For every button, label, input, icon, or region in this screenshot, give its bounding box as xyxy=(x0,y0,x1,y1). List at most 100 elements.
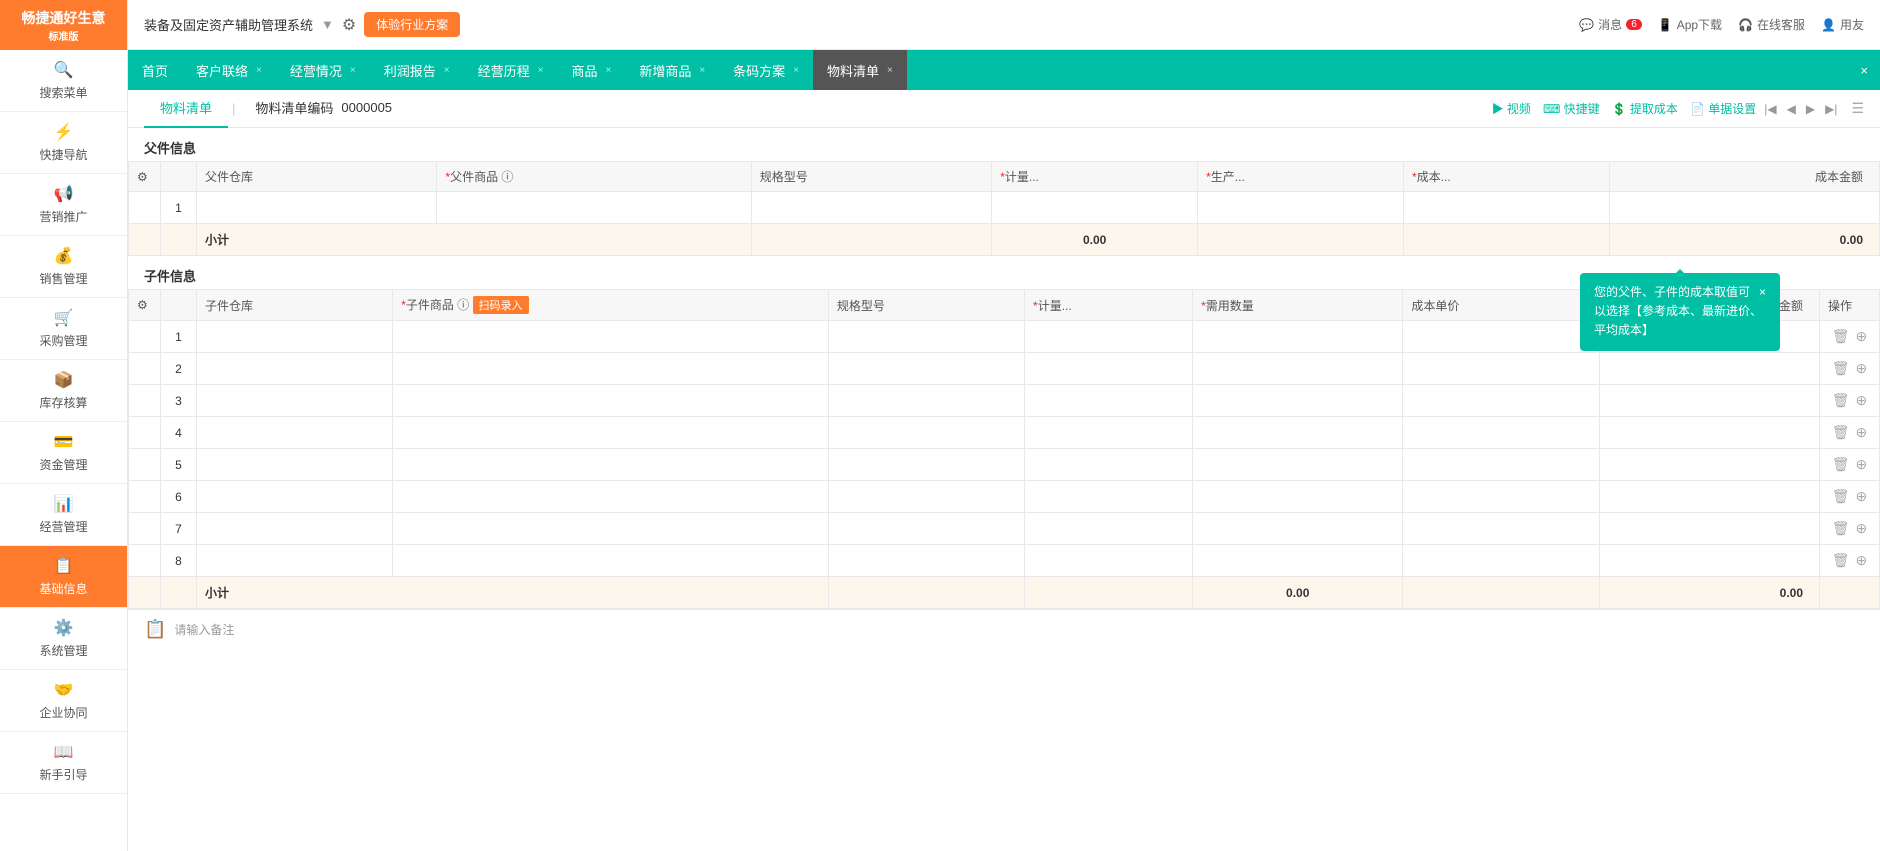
child-row-unit-cost-7[interactable] xyxy=(1403,513,1599,545)
user-button[interactable]: 👤 用友 xyxy=(1821,16,1864,33)
app-download-button[interactable]: 📱 App下载 xyxy=(1658,16,1722,33)
tab-barcode-close[interactable]: × xyxy=(793,65,799,76)
child-row-unit-cost-6[interactable] xyxy=(1403,481,1599,513)
delete-icon-8[interactable]: 🗑 xyxy=(1832,552,1850,569)
sub-tab-bom[interactable]: 物料清单 xyxy=(144,90,228,128)
child-row-qty-6[interactable] xyxy=(1193,481,1403,513)
child-row-product-2[interactable] xyxy=(393,353,829,385)
tab-home[interactable]: 首页 xyxy=(128,50,182,90)
child-row-spec-3[interactable] xyxy=(828,385,1024,417)
sidebar-item-system[interactable]: ⚙️ 系统管理 xyxy=(0,608,127,670)
sidebar-item-purchase[interactable]: 🛒 采购管理 xyxy=(0,298,127,360)
bottom-doc-icon[interactable]: 📋 xyxy=(144,619,166,640)
child-row-qty-2[interactable] xyxy=(1193,353,1403,385)
parent-col-settings[interactable]: ⚙ xyxy=(129,162,161,192)
tab-new-product[interactable]: 新增商品 × xyxy=(625,50,719,90)
child-row-qty-1[interactable] xyxy=(1193,321,1403,353)
parent-row-cost[interactable] xyxy=(1404,192,1610,224)
child-row-unit-8[interactable] xyxy=(1025,545,1193,577)
copy-icon-8[interactable]: ⊕ xyxy=(1856,552,1868,569)
tab-profit[interactable]: 利润报告 × xyxy=(370,50,464,90)
sub-tab-bom-code[interactable]: 物料清单编码 0000005 xyxy=(239,90,408,128)
child-row-product-6[interactable] xyxy=(393,481,829,513)
sidebar-item-management[interactable]: 📊 经营管理 xyxy=(0,484,127,546)
child-row-product-8[interactable] xyxy=(393,545,829,577)
tab-customer[interactable]: 客户联络 × xyxy=(182,50,276,90)
child-row-spec-5[interactable] xyxy=(828,449,1024,481)
child-row-qty-3[interactable] xyxy=(1193,385,1403,417)
child-row-unit-2[interactable] xyxy=(1025,353,1193,385)
child-row-unit-cost-1[interactable] xyxy=(1403,321,1599,353)
child-col-settings[interactable]: ⚙ xyxy=(129,290,161,321)
parent-row-unit[interactable] xyxy=(992,192,1198,224)
child-row-warehouse-8[interactable] xyxy=(197,545,393,577)
sidebar-item-finance[interactable]: 💳 资金管理 xyxy=(0,422,127,484)
parent-row-warehouse[interactable] xyxy=(197,192,437,224)
child-row-spec-8[interactable] xyxy=(828,545,1024,577)
tab-history-close[interactable]: × xyxy=(538,65,544,76)
online-service-button[interactable]: 🎧 在线客服 xyxy=(1738,16,1805,33)
child-row-spec-2[interactable] xyxy=(828,353,1024,385)
child-row-qty-4[interactable] xyxy=(1193,417,1403,449)
child-row-qty-8[interactable] xyxy=(1193,545,1403,577)
nav-close-button[interactable]: × xyxy=(1848,63,1880,78)
child-row-product-4[interactable] xyxy=(393,417,829,449)
child-row-warehouse-4[interactable] xyxy=(197,417,393,449)
shortcut-button[interactable]: ⌨ 快捷键 xyxy=(1543,100,1600,117)
child-row-product-1[interactable] xyxy=(393,321,829,353)
sidebar-item-enterprise[interactable]: 🤝 企业协同 xyxy=(0,670,127,732)
parent-row-spec[interactable] xyxy=(751,192,991,224)
delete-icon-1[interactable]: 🗑 xyxy=(1832,328,1850,345)
parent-row-production[interactable] xyxy=(1198,192,1404,224)
sidebar-item-search[interactable]: 🔍 搜索菜单 xyxy=(0,50,127,112)
child-row-warehouse-7[interactable] xyxy=(197,513,393,545)
nav-prev-button[interactable]: ◀ xyxy=(1783,100,1800,118)
child-row-unit-cost-8[interactable] xyxy=(1403,545,1599,577)
delete-icon-6[interactable]: 🗑 xyxy=(1832,488,1850,505)
copy-icon-7[interactable]: ⊕ xyxy=(1856,520,1868,537)
sidebar-item-inventory[interactable]: 📦 库存核算 xyxy=(0,360,127,422)
settings-icon[interactable]: ⚙ xyxy=(342,15,356,35)
copy-icon-2[interactable]: ⊕ xyxy=(1856,360,1868,377)
child-row-unit-cost-5[interactable] xyxy=(1403,449,1599,481)
tab-new-product-close[interactable]: × xyxy=(699,65,705,76)
delete-icon-2[interactable]: 🗑 xyxy=(1832,360,1850,377)
tab-bom[interactable]: 物料清单 × xyxy=(813,50,907,90)
view-button[interactable]: ▶ 视频 xyxy=(1492,100,1531,117)
delete-icon-4[interactable]: 🗑 xyxy=(1832,424,1850,441)
sidebar-item-sales[interactable]: 💰 销售管理 xyxy=(0,236,127,298)
child-row-unit-4[interactable] xyxy=(1025,417,1193,449)
child-row-unit-5[interactable] xyxy=(1025,449,1193,481)
sidebar-item-quicknav[interactable]: ⚡ 快捷导航 xyxy=(0,112,127,174)
copy-icon-4[interactable]: ⊕ xyxy=(1856,424,1868,441)
child-row-qty-5[interactable] xyxy=(1193,449,1403,481)
child-row-warehouse-3[interactable] xyxy=(197,385,393,417)
child-row-spec-6[interactable] xyxy=(828,481,1024,513)
tab-product-close[interactable]: × xyxy=(605,65,611,76)
delete-icon-5[interactable]: 🗑 xyxy=(1832,456,1850,473)
child-row-unit-7[interactable] xyxy=(1025,513,1193,545)
delete-icon-7[interactable]: 🗑 xyxy=(1832,520,1850,537)
menu-icon[interactable]: ☰ xyxy=(1851,100,1864,117)
single-settings-button[interactable]: 📄 单据设置 xyxy=(1690,100,1756,117)
sidebar-item-guide[interactable]: 📖 新手引导 xyxy=(0,732,127,794)
sidebar-item-marketing[interactable]: 📢 营销推广 xyxy=(0,174,127,236)
child-row-spec-4[interactable] xyxy=(828,417,1024,449)
copy-icon-5[interactable]: ⊕ xyxy=(1856,456,1868,473)
tab-customer-close[interactable]: × xyxy=(256,65,262,76)
message-button[interactable]: 💬 消息 6 xyxy=(1579,16,1642,33)
scan-button[interactable]: 扫码录入 xyxy=(473,296,529,314)
parent-row-product[interactable] xyxy=(437,192,751,224)
child-row-warehouse-6[interactable] xyxy=(197,481,393,513)
tab-profit-close[interactable]: × xyxy=(444,65,450,76)
sidebar-item-basic-info[interactable]: 📋 基础信息 xyxy=(0,546,127,608)
child-row-product-7[interactable] xyxy=(393,513,829,545)
tooltip-close-button[interactable]: × xyxy=(1759,283,1766,302)
child-row-warehouse-2[interactable] xyxy=(197,353,393,385)
tab-history[interactable]: 经营历程 × xyxy=(464,50,558,90)
nav-last-button[interactable]: ▶| xyxy=(1821,100,1841,118)
tab-operation-close[interactable]: × xyxy=(350,65,356,76)
copy-icon-3[interactable]: ⊕ xyxy=(1856,392,1868,409)
child-row-warehouse-1[interactable] xyxy=(197,321,393,353)
child-row-product-5[interactable] xyxy=(393,449,829,481)
